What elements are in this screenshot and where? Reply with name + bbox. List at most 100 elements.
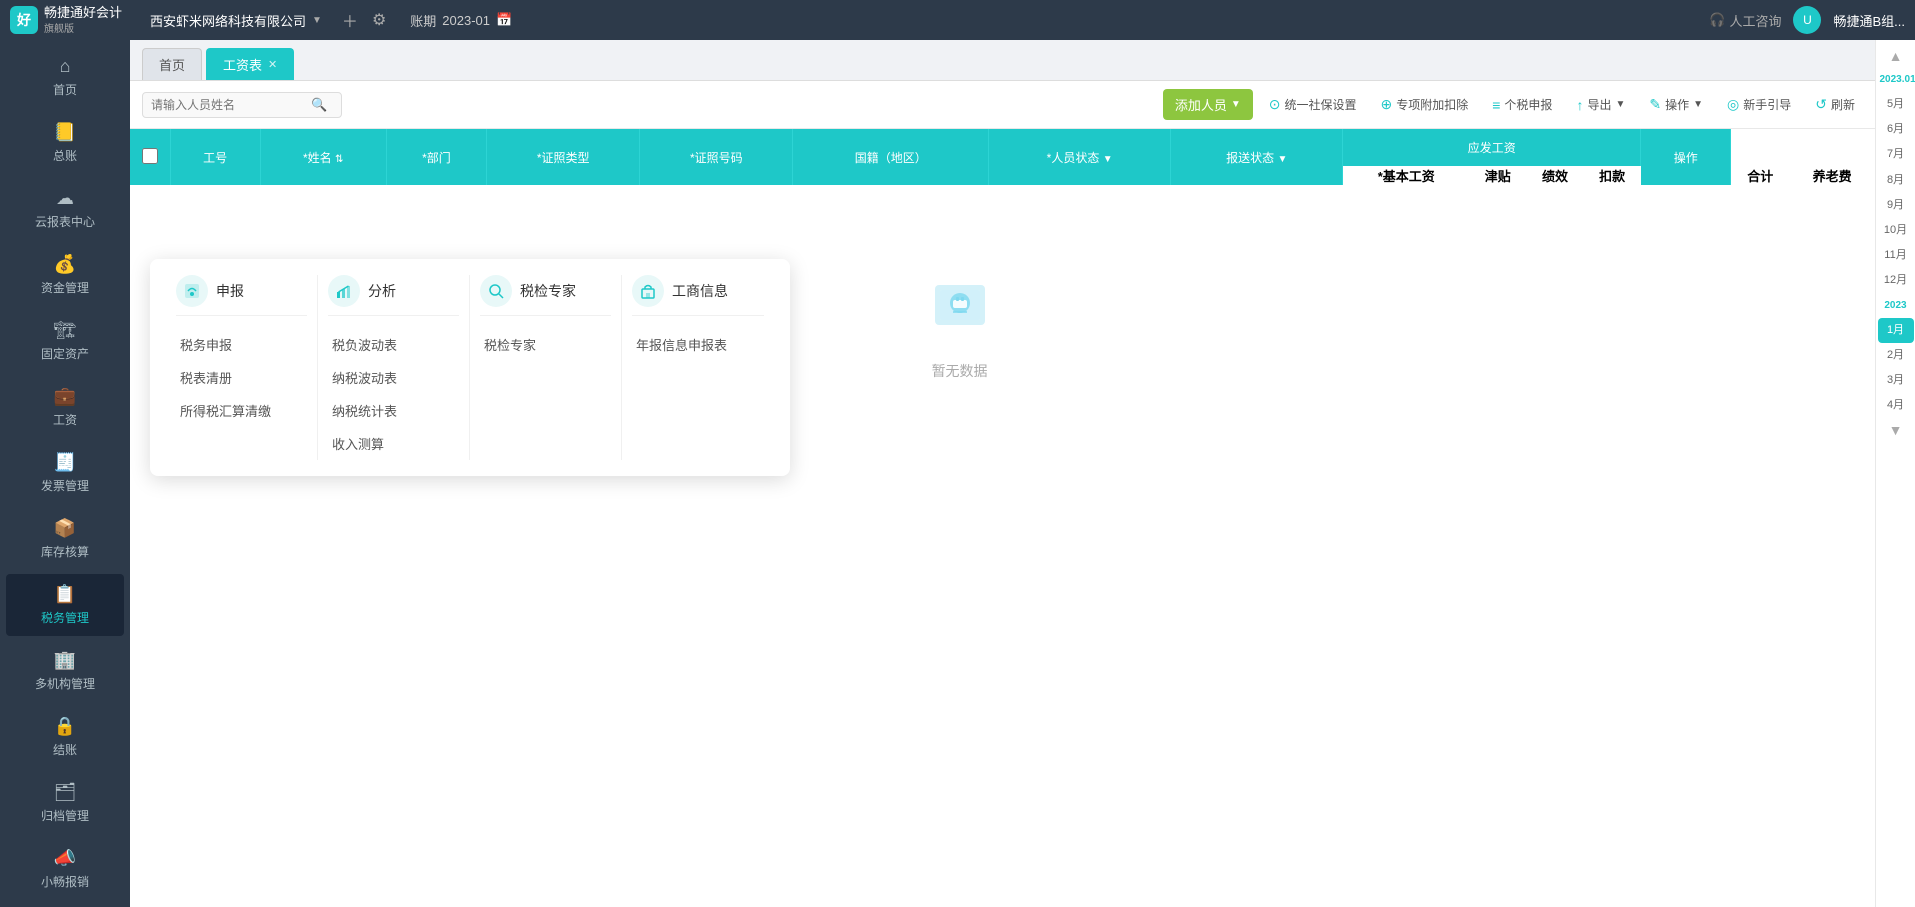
promo-icon: 📣	[54, 848, 76, 869]
dropdown-item-tax-wave[interactable]: 税负波动表	[328, 328, 459, 361]
month-12[interactable]: 12月	[1878, 268, 1914, 293]
sidebar-item-fixed-assets[interactable]: 🏗 固定资产	[6, 310, 124, 372]
calendar-icon[interactable]: 📅	[496, 12, 512, 28]
sidebar-item-archive-label: 归档管理	[41, 807, 89, 824]
personal-tax-button[interactable]: ≡ 个税申报	[1484, 92, 1560, 117]
sidebar-item-salary-label: 工资	[53, 411, 77, 428]
th-allowance: 津贴	[1469, 166, 1526, 185]
chevron-down-icon: ▼	[312, 15, 322, 26]
inventory-icon: 📦	[54, 518, 76, 539]
company-name: 西安虾米网络科技有限公司	[150, 11, 306, 30]
month-10[interactable]: 10月	[1878, 218, 1914, 243]
month-6[interactable]: 6月	[1878, 117, 1914, 142]
tab-home-label: 首页	[159, 55, 185, 74]
dropdown-item-income-calc[interactable]: 收入测算	[328, 427, 459, 460]
sidebar-item-home[interactable]: ⌂ 首页	[6, 46, 124, 108]
special-deduct-icon: ⊕	[1381, 96, 1393, 113]
sidebar-item-salary[interactable]: 💼 工资	[6, 376, 124, 438]
business-header-icon	[632, 275, 664, 307]
operation-icon: ✎	[1649, 96, 1661, 113]
guide-label: 新手引导	[1743, 96, 1791, 113]
nav-down-icon[interactable]: ▼	[1884, 418, 1908, 442]
month-2[interactable]: 2月	[1878, 343, 1914, 368]
add-person-label: 添加人员	[1175, 95, 1227, 114]
main-layout: ⌂ 首页 📒 总账 ☁ 云报表中心 💰 资金管理 🏗 固定资产 💼 工资 🧾 发…	[0, 40, 1915, 907]
dropdown-item-tax-report[interactable]: 税务申报	[176, 328, 307, 361]
sidebar-item-fund[interactable]: 💰 资金管理	[6, 244, 124, 306]
special-deduct-label: 专项附加扣除	[1396, 96, 1468, 113]
sidebar-item-multi-org[interactable]: 🏢 多机构管理	[6, 640, 124, 702]
special-deduct-button[interactable]: ⊕ 专项附加扣除	[1373, 92, 1477, 117]
social-security-button[interactable]: ⊙ 统一社保设置	[1261, 92, 1365, 117]
headset-icon: 🎧	[1709, 12, 1725, 28]
sidebar-item-invoice[interactable]: 🧾 发票管理	[6, 442, 124, 504]
guide-button[interactable]: ◎ 新手引导	[1719, 92, 1799, 117]
user-name[interactable]: 畅捷通B组...	[1833, 11, 1905, 30]
sidebar-item-ledger-label: 总账	[53, 147, 77, 164]
add-icon[interactable]: ＋	[338, 6, 362, 34]
search-wrap: 🔍	[142, 92, 342, 118]
refresh-button[interactable]: ↺ 刷新	[1807, 92, 1863, 117]
th-pension: 养老费	[1789, 166, 1875, 185]
month-9[interactable]: 9月	[1878, 193, 1914, 218]
export-arrow-icon: ▼	[1615, 99, 1625, 110]
ledger-icon: 📒	[54, 122, 76, 143]
export-button[interactable]: ↑ 导出 ▼	[1568, 92, 1633, 117]
home-icon: ⌂	[60, 56, 71, 77]
dropdown-item-expert[interactable]: 税检专家	[480, 328, 611, 361]
top-bar-right: 🎧 人工咨询 U 畅捷通B组...	[1709, 6, 1905, 34]
sidebar-item-promo-label: 小畅报销	[41, 873, 89, 890]
fenxi-header-icon	[328, 275, 360, 307]
dropdown-item-tax-wave2[interactable]: 纳税波动表	[328, 361, 459, 394]
sidebar-item-close-period[interactable]: 🔒 结账	[6, 706, 124, 768]
company-selector[interactable]: 西安虾米网络科技有限公司 ▼	[150, 11, 322, 30]
close-period-icon: 🔒	[54, 716, 76, 737]
sidebar-item-inventory[interactable]: 📦 库存核算	[6, 508, 124, 570]
search-icon: 🔍	[311, 97, 327, 113]
tab-bar: 首页 工资表 ✕	[130, 40, 1875, 81]
tab-home[interactable]: 首页	[142, 48, 202, 80]
sidebar-item-promo[interactable]: 📣 小畅报销	[6, 838, 124, 900]
month-4[interactable]: 4月	[1878, 393, 1914, 418]
th-deduct: 扣款	[1584, 166, 1641, 185]
add-person-button[interactable]: 添加人员 ▼	[1163, 89, 1253, 120]
search-input[interactable]	[151, 98, 311, 112]
support-button[interactable]: 🎧 人工咨询	[1709, 11, 1781, 30]
select-all-checkbox[interactable]	[142, 148, 158, 164]
sidebar-item-cloud-report[interactable]: ☁ 云报表中心	[6, 178, 124, 240]
checkbox-header[interactable]	[130, 129, 170, 185]
export-icon: ↑	[1576, 97, 1583, 113]
logo-icon: 好	[10, 6, 38, 34]
dropdown-item-tax-stat[interactable]: 纳税统计表	[328, 394, 459, 427]
tab-salary[interactable]: 工资表 ✕	[206, 48, 294, 80]
col-header-expert: 税检专家	[480, 275, 611, 316]
sidebar-item-inventory-label: 库存核算	[41, 543, 89, 560]
close-tab-icon[interactable]: ✕	[268, 58, 277, 71]
nav-up-icon[interactable]: ▲	[1884, 44, 1908, 68]
dropdown-item-income-tax[interactable]: 所得税汇算清缴	[176, 394, 307, 427]
month-8[interactable]: 8月	[1878, 168, 1914, 193]
month-5[interactable]: 5月	[1878, 92, 1914, 117]
sidebar-item-archive[interactable]: 🗂 归档管理	[6, 772, 124, 834]
settings-icon[interactable]: ⚙	[368, 8, 390, 32]
dropdown-col-expert: 税检专家 税检专家	[470, 275, 622, 460]
month-11[interactable]: 11月	[1878, 243, 1914, 268]
dropdown-item-annual[interactable]: 年报信息申报表	[632, 328, 764, 361]
sidebar-item-ledger[interactable]: 📒 总账	[6, 112, 124, 174]
social-security-label: 统一社保设置	[1284, 96, 1356, 113]
month-1-active[interactable]: 1月	[1878, 318, 1914, 343]
sidebar-item-fund-label: 资金管理	[41, 279, 89, 296]
col-header-business: 工商信息	[632, 275, 764, 316]
th-id-num: *证照号码	[640, 129, 793, 185]
export-label: 导出	[1587, 96, 1611, 113]
month-3[interactable]: 3月	[1878, 368, 1914, 393]
dropdown-item-tax-form[interactable]: 税表清册	[176, 361, 307, 394]
period-label: 账期	[410, 11, 436, 30]
tab-salary-label: 工资表	[223, 55, 262, 74]
dropdown-col-business: 工商信息 年报信息申报表	[622, 275, 774, 460]
th-id-type: *证照类型	[487, 129, 640, 185]
sidebar-item-tax[interactable]: 📋 税务管理	[6, 574, 124, 636]
operation-arrow-icon: ▼	[1693, 99, 1703, 110]
operation-button[interactable]: ✎ 操作 ▼	[1641, 92, 1711, 117]
month-7[interactable]: 7月	[1878, 142, 1914, 167]
